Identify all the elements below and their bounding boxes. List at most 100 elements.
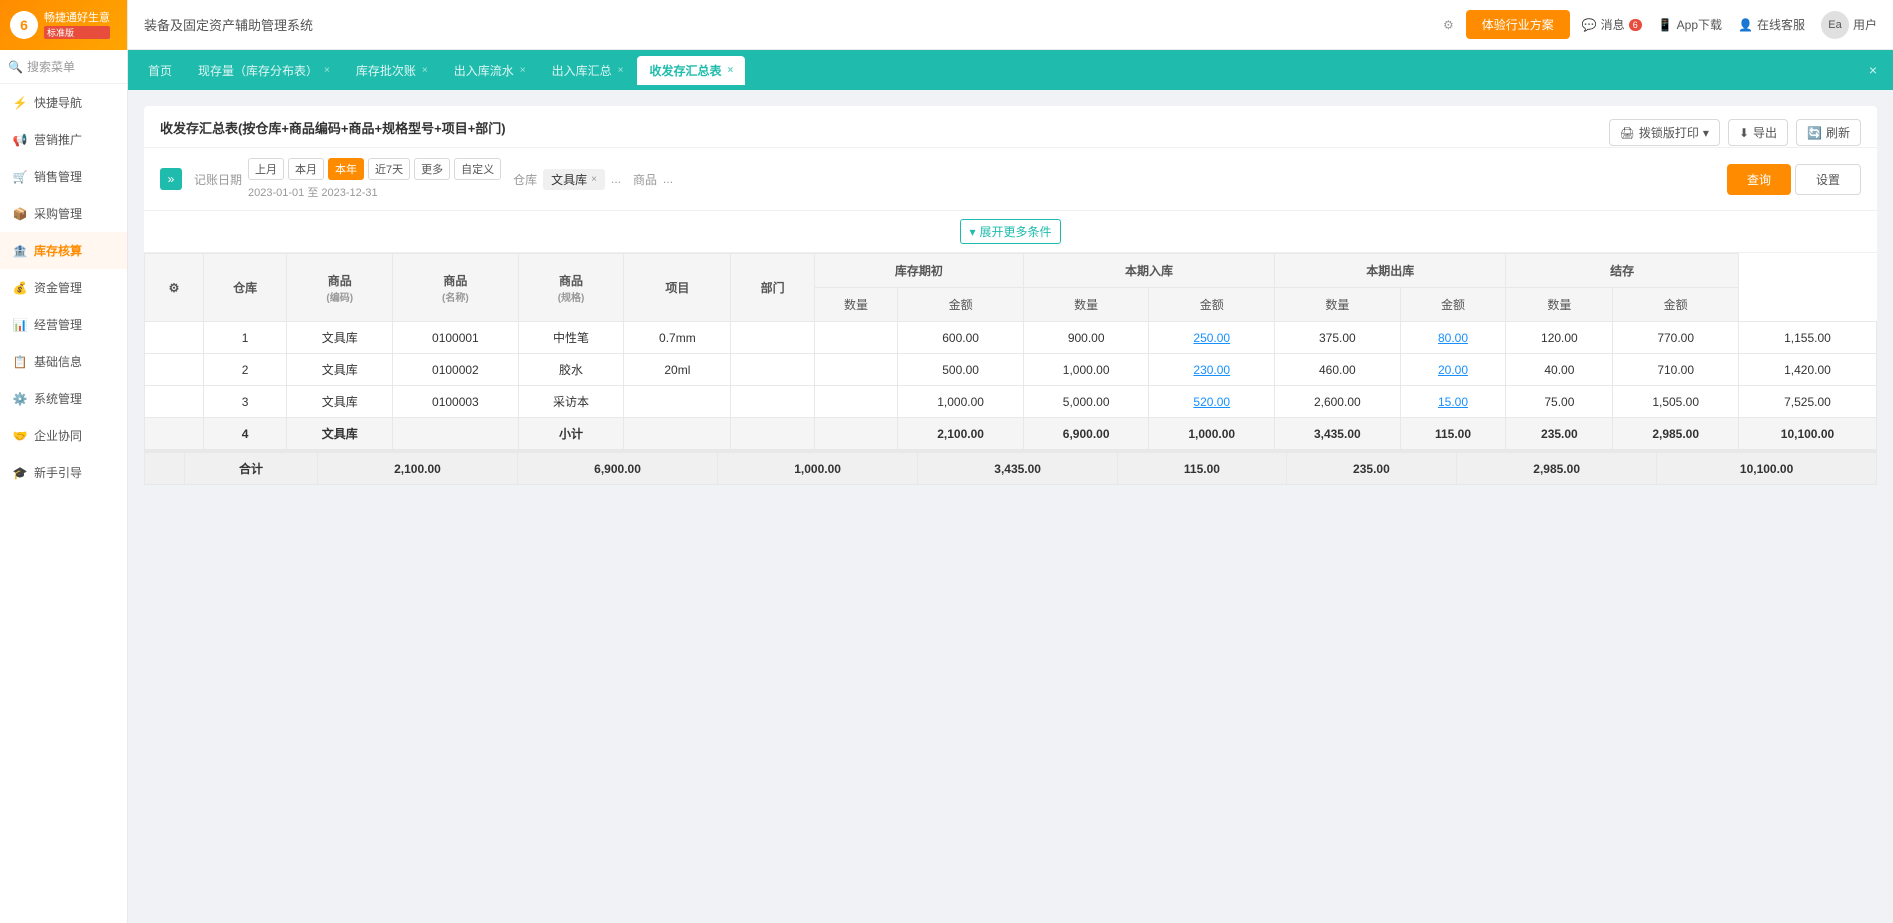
sidebar-item-sales[interactable]: 🛒 销售管理: [0, 158, 127, 195]
row-code: 0100002: [393, 354, 519, 386]
sidebar-item-operations[interactable]: 📊 经营管理: [0, 306, 127, 343]
tab-inout-flow-label: 出入库流水: [454, 62, 514, 79]
footer-empty1: [145, 453, 185, 485]
row-open-qty: 600.00: [898, 322, 1024, 354]
filter-bar: » 记账日期 上月 本月 本年 近7天 更多 自定义 2023-01-01 至 …: [144, 148, 1877, 211]
row-project: [731, 418, 814, 450]
date-btn-last-month[interactable]: 上月: [248, 158, 284, 180]
footer-out-qty: 115.00: [1118, 453, 1287, 485]
row-out-qty[interactable]: 15.00: [1400, 386, 1506, 418]
expand-conditions-btn[interactable]: ▾ 展开更多条件: [960, 219, 1060, 244]
sidebar-item-enterprise[interactable]: 🤝 企业协同: [0, 417, 127, 454]
tab-receive-summary[interactable]: 收发存汇总表 ×: [637, 56, 745, 85]
row-warehouse: 文具库: [287, 386, 393, 418]
tab-inout-flow-close[interactable]: ×: [520, 65, 526, 76]
col-in-qty-header: 数量: [1023, 288, 1149, 322]
experience-btn[interactable]: 体验行业方案: [1466, 10, 1570, 39]
date-btn-7days[interactable]: 近7天: [368, 158, 410, 180]
row-spec: 0.7mm: [624, 322, 731, 354]
tab-home[interactable]: 首页: [136, 56, 184, 85]
tab-inventory-dist-close[interactable]: ×: [324, 65, 330, 76]
user-label: 用户: [1853, 16, 1877, 33]
row-open-qty: 2,100.00: [898, 418, 1024, 450]
date-btn-this-year[interactable]: 本年: [328, 158, 364, 180]
tab-inout-flow[interactable]: 出入库流水 ×: [442, 56, 538, 85]
sidebar-item-guide[interactable]: 🎓 新手引导: [0, 454, 127, 491]
footer-end-amt: 10,100.00: [1657, 453, 1877, 485]
sidebar-item-finance[interactable]: 💰 资金管理: [0, 269, 127, 306]
sidebar-item-marketing[interactable]: 📢 营销推广: [0, 121, 127, 158]
tab-inout-summary-close[interactable]: ×: [618, 65, 624, 76]
table-body: 1文具库0100001中性笔0.7mm600.00900.00250.00375…: [145, 322, 1877, 450]
sidebar-item-purchase[interactable]: 📦 采购管理: [0, 195, 127, 232]
row-project: [731, 322, 814, 354]
col-warehouse-header: 仓库: [203, 254, 286, 322]
quick-nav-icon: ⚡: [12, 95, 28, 111]
row-in-amt: 2,600.00: [1275, 386, 1401, 418]
inventory-icon: 🏦: [12, 243, 28, 259]
row-in-qty[interactable]: 250.00: [1149, 322, 1275, 354]
row-in-amt: 375.00: [1275, 322, 1401, 354]
guide-icon: 🎓: [12, 465, 28, 481]
sidebar-logo: 6 畅捷通好生意 标准版: [0, 0, 127, 50]
toggle-icon: »: [168, 172, 175, 186]
print-btn[interactable]: 🖨 拨锁版打印 ▾: [1609, 119, 1720, 146]
footer-out-amt: 235.00: [1286, 453, 1456, 485]
date-btn-more[interactable]: 更多: [414, 158, 450, 180]
row-open-qty: 500.00: [898, 354, 1024, 386]
date-btn-this-month[interactable]: 本月: [288, 158, 324, 180]
tab-batch-label: 库存批次账: [356, 62, 416, 79]
export-btn[interactable]: ⬇ 导出: [1728, 119, 1788, 146]
sidebar-item-basic-info[interactable]: 📋 基础信息: [0, 343, 127, 380]
tab-receive-summary-close[interactable]: ×: [727, 65, 733, 76]
tab-batch-close[interactable]: ×: [422, 65, 428, 76]
warehouse-filter: 仓库 文具库 × ...: [513, 169, 621, 190]
goods-more[interactable]: ...: [663, 172, 673, 186]
main-content: 收发存汇总表(按仓库+商品编码+商品+规格型号+项目+部门) 🖨 拨锁版打印 ▾…: [128, 90, 1893, 923]
row-out-amt: 40.00: [1506, 354, 1613, 386]
user-action[interactable]: Ea 用户: [1821, 11, 1877, 39]
tab-bar-close[interactable]: ×: [1861, 62, 1885, 78]
col-open-qty-header: 数量: [814, 288, 897, 322]
row-out-qty[interactable]: 20.00: [1400, 354, 1506, 386]
online-service-action[interactable]: 👤 在线客服: [1738, 16, 1805, 33]
row-out-qty[interactable]: 80.00: [1400, 322, 1506, 354]
refresh-btn[interactable]: 🔄 刷新: [1796, 119, 1861, 146]
col-name-header: 商品(名称): [393, 254, 519, 322]
warehouse-more[interactable]: ...: [611, 172, 621, 186]
filter-settings-btn[interactable]: 设置: [1795, 164, 1861, 195]
sidebar-item-quick-nav[interactable]: ⚡ 快捷导航: [0, 84, 127, 121]
row-code: [393, 418, 519, 450]
date-btn-custom[interactable]: 自定义: [454, 158, 501, 180]
row-no: 2: [203, 354, 286, 386]
row-in-qty[interactable]: 520.00: [1149, 386, 1275, 418]
goods-filter: 商品 ...: [633, 171, 673, 188]
settings-icon[interactable]: ⚙: [1443, 18, 1454, 32]
system-icon: ⚙️: [12, 391, 28, 407]
messages-action[interactable]: 💬 消息 6: [1582, 16, 1642, 33]
row-warehouse: 文具库: [287, 322, 393, 354]
message-icon: 💬: [1582, 18, 1597, 32]
row-dept: [814, 322, 897, 354]
sidebar-item-label: 库存核算: [34, 242, 82, 259]
app-download-action[interactable]: 📱 App下载: [1658, 16, 1722, 33]
tab-batch[interactable]: 库存批次账 ×: [344, 56, 440, 85]
col-out-qty-header: 数量: [1275, 288, 1401, 322]
row-open-amt: 900.00: [1023, 322, 1149, 354]
row-in-qty[interactable]: 230.00: [1149, 354, 1275, 386]
tab-inout-summary[interactable]: 出入库汇总 ×: [540, 56, 636, 85]
row-name: 小计: [518, 418, 624, 450]
row-open-amt: 1,000.00: [1023, 354, 1149, 386]
warehouse-tag: 文具库 ×: [543, 169, 605, 190]
sidebar-item-label: 快捷导航: [34, 94, 82, 111]
row-dept: [814, 354, 897, 386]
warehouse-tag-close[interactable]: ×: [591, 174, 597, 185]
footer-open-amt: 6,900.00: [518, 453, 718, 485]
col-settings-header[interactable]: ⚙: [145, 254, 204, 322]
sidebar-item-inventory[interactable]: 🏦 库存核算: [0, 232, 127, 269]
sidebar-item-system[interactable]: ⚙️ 系统管理: [0, 380, 127, 417]
query-btn[interactable]: 查询: [1727, 164, 1791, 195]
search-menu-item[interactable]: 🔍 搜索菜单: [0, 50, 127, 84]
filter-toggle[interactable]: »: [160, 168, 182, 190]
tab-inventory-dist[interactable]: 现存量（库存分布表） ×: [186, 56, 342, 85]
